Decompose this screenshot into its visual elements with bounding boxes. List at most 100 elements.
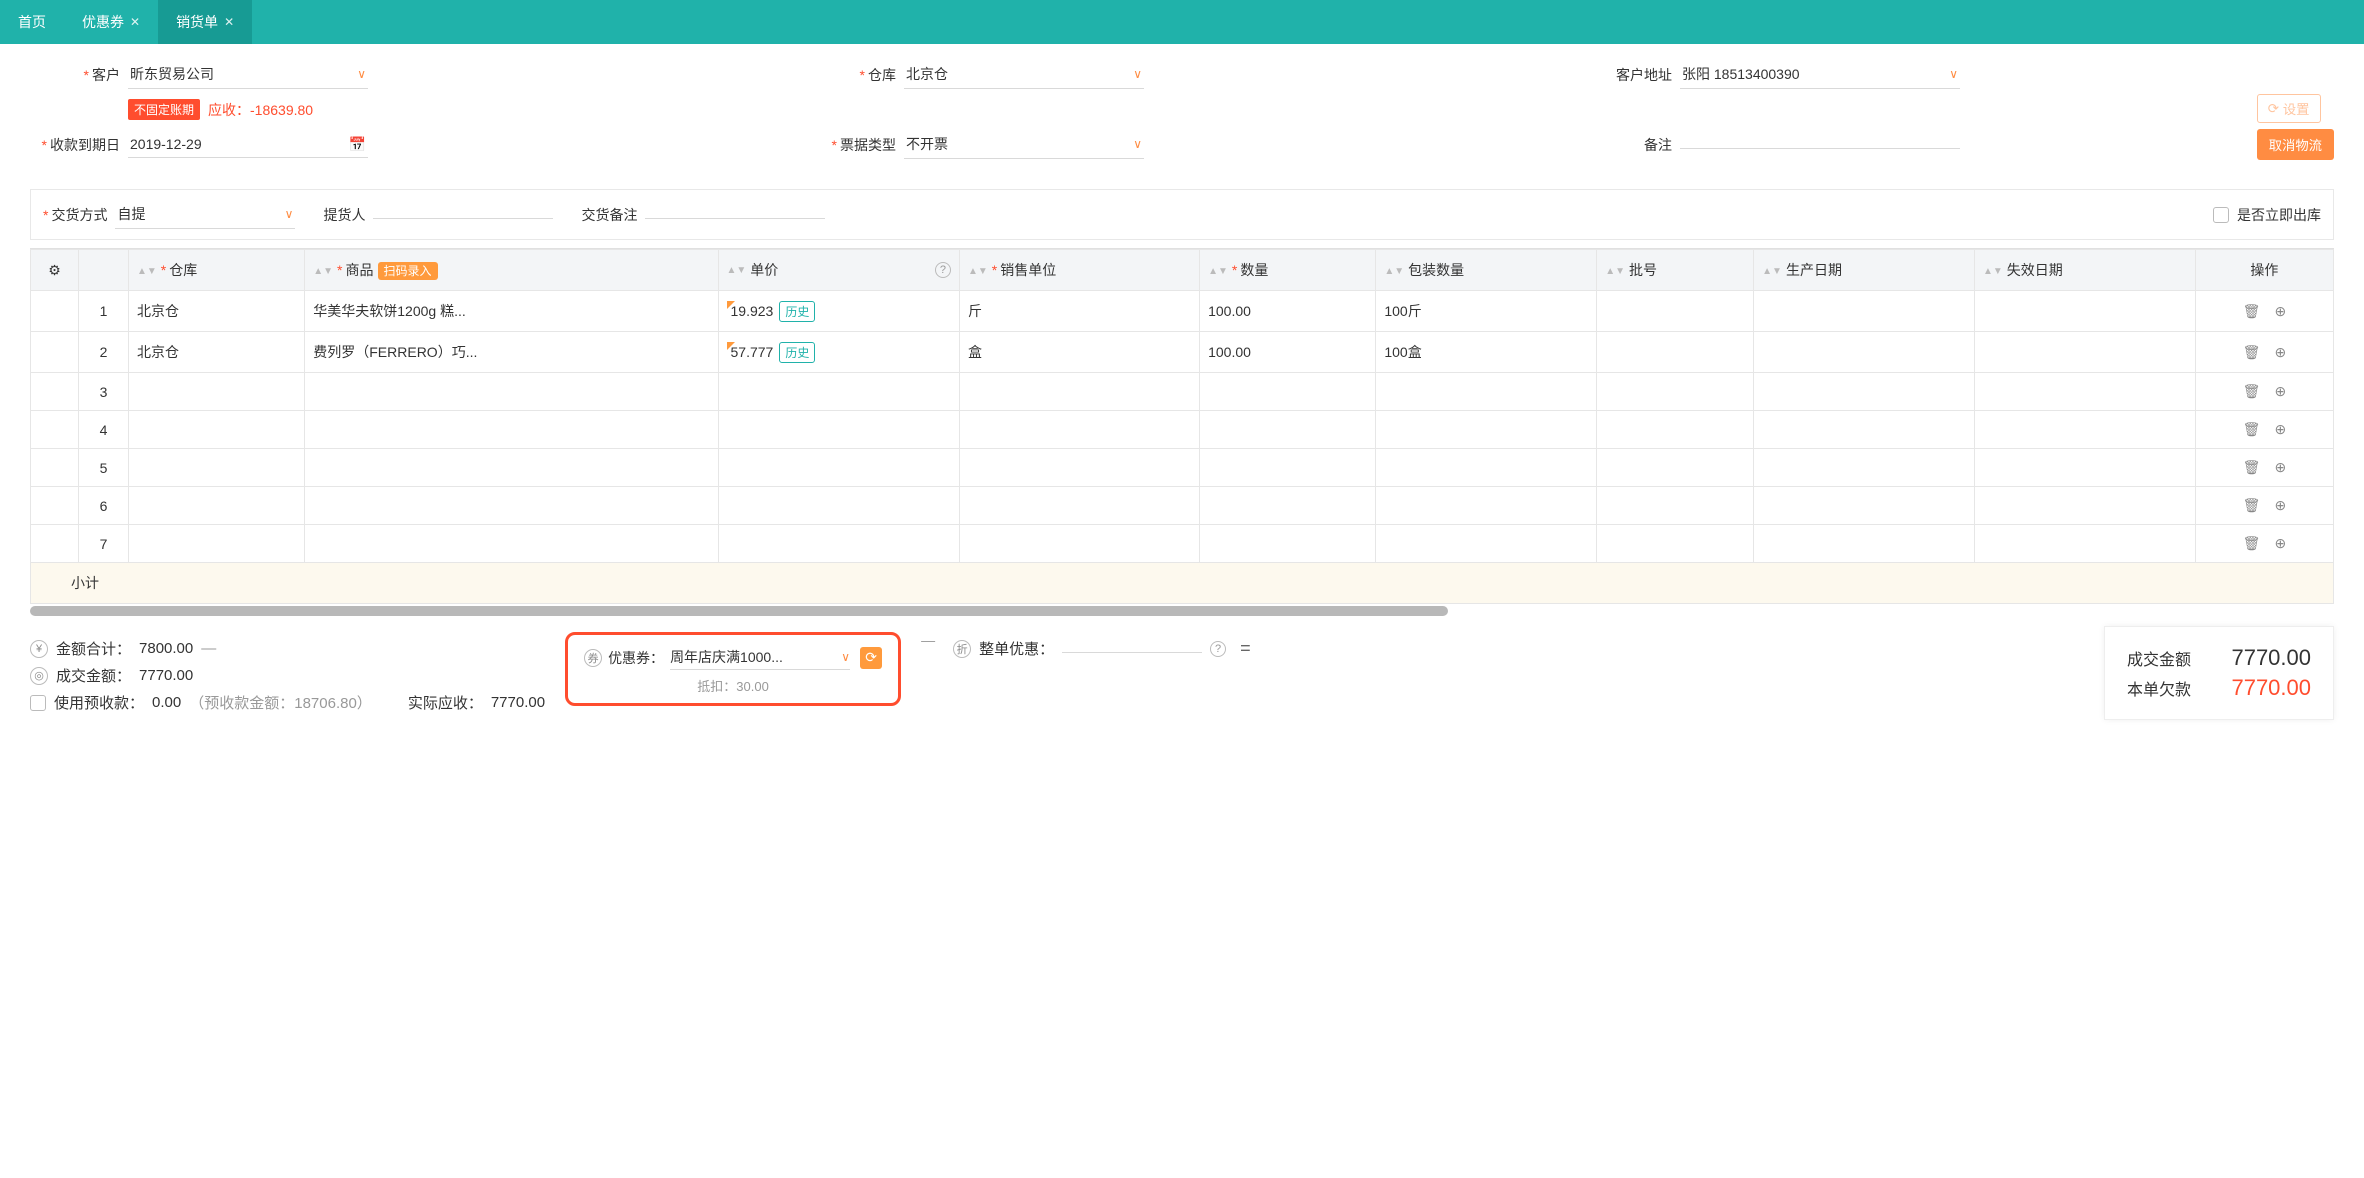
delivery-note-input[interactable] (645, 210, 825, 219)
cell-product[interactable] (305, 411, 718, 449)
cell-product[interactable]: 费列罗（FERRERO）巧... (305, 332, 718, 373)
cell-price[interactable] (718, 487, 959, 525)
add-row-icon[interactable]: ⊕ (2274, 383, 2286, 400)
cell-unit[interactable] (959, 373, 1199, 411)
cell-price[interactable]: 57.777历史 (718, 332, 959, 373)
help-icon[interactable]: ? (1210, 641, 1226, 657)
cell-warehouse[interactable]: 北京仓 (129, 291, 305, 332)
cell-mfg-date[interactable] (1754, 411, 1975, 449)
cell-qty[interactable]: 100.00 (1200, 332, 1376, 373)
cell-unit[interactable] (959, 411, 1199, 449)
add-row-icon[interactable]: ⊕ (2274, 497, 2286, 514)
address-select[interactable]: 张阳 18513400390∨ (1680, 60, 1960, 89)
cell-qty[interactable] (1200, 525, 1376, 563)
delete-row-icon[interactable]: 🗑 (2243, 421, 2261, 438)
delete-row-icon[interactable]: 🗑 (2243, 344, 2261, 361)
history-badge[interactable]: 历史 (779, 301, 815, 322)
cell-mfg-date[interactable] (1754, 525, 1975, 563)
customer-select[interactable]: 昕东贸易公司∨ (128, 60, 368, 89)
col-qty[interactable]: ▲▼*数量 (1200, 250, 1376, 291)
cell-warehouse[interactable] (129, 373, 305, 411)
cell-qty[interactable]: 100.00 (1200, 291, 1376, 332)
settings-button[interactable]: ⟳设置 (2257, 94, 2321, 123)
add-row-icon[interactable]: ⊕ (2274, 303, 2286, 320)
cell-qty[interactable] (1200, 411, 1376, 449)
cell-unit[interactable] (959, 487, 1199, 525)
cell-product[interactable] (305, 373, 718, 411)
cell-warehouse[interactable]: 北京仓 (129, 332, 305, 373)
cell-batch[interactable] (1597, 411, 1754, 449)
col-batch[interactable]: ▲▼批号 (1597, 250, 1754, 291)
add-row-icon[interactable]: ⊕ (2274, 421, 2286, 438)
col-warehouse[interactable]: ▲▼*仓库 (129, 250, 305, 291)
table-row[interactable]: 2北京仓费列罗（FERRERO）巧...57.777历史盒100.00100盒🗑… (31, 332, 2334, 373)
cell-warehouse[interactable] (129, 525, 305, 563)
table-row[interactable]: 6🗑⊕ (31, 487, 2334, 525)
col-exp-date[interactable]: ▲▼失效日期 (1975, 250, 2196, 291)
cell-unit[interactable]: 斤 (959, 291, 1199, 332)
cell-unit[interactable] (959, 449, 1199, 487)
cell-pack-qty[interactable]: 100斤 (1376, 291, 1597, 332)
refresh-coupon-button[interactable]: ⟳ (860, 647, 882, 669)
delete-row-icon[interactable]: 🗑 (2243, 535, 2261, 552)
cell-unit[interactable]: 盒 (959, 332, 1199, 373)
cell-mfg-date[interactable] (1754, 373, 1975, 411)
cell-product[interactable]: 华美华夫软饼1200g 糕... (305, 291, 718, 332)
cell-warehouse[interactable] (129, 411, 305, 449)
cell-price[interactable] (718, 525, 959, 563)
cell-qty[interactable] (1200, 487, 1376, 525)
col-unit[interactable]: ▲▼*销售单位 (959, 250, 1199, 291)
delete-row-icon[interactable]: 🗑 (2243, 459, 2261, 476)
cell-exp-date[interactable] (1975, 525, 2196, 563)
use-prepay-checkbox[interactable] (30, 695, 46, 711)
cell-batch[interactable] (1597, 449, 1754, 487)
cell-batch[interactable] (1597, 487, 1754, 525)
cell-exp-date[interactable] (1975, 449, 2196, 487)
cell-price[interactable]: 19.923历史 (718, 291, 959, 332)
cell-product[interactable] (305, 449, 718, 487)
cell-exp-date[interactable] (1975, 373, 2196, 411)
tab-sales-order[interactable]: 销货单✕ (158, 0, 252, 44)
col-gear[interactable]: ⚙ (31, 250, 79, 291)
cell-warehouse[interactable] (129, 449, 305, 487)
cell-product[interactable] (305, 487, 718, 525)
cell-exp-date[interactable] (1975, 487, 2196, 525)
due-date-input[interactable]: 2019-12-29📅 (128, 132, 368, 158)
cell-pack-qty[interactable] (1376, 373, 1597, 411)
cell-warehouse[interactable] (129, 487, 305, 525)
scan-entry-badge[interactable]: 扫码录入 (378, 262, 438, 280)
cell-qty[interactable] (1200, 449, 1376, 487)
close-icon[interactable]: ✕ (130, 15, 140, 29)
coupon-select[interactable]: 周年店庆满1000... ∨ (670, 645, 850, 670)
cell-pack-qty[interactable] (1376, 525, 1597, 563)
cell-batch[interactable] (1597, 525, 1754, 563)
add-row-icon[interactable]: ⊕ (2274, 459, 2286, 476)
cell-pack-qty[interactable]: 100盒 (1376, 332, 1597, 373)
cell-product[interactable] (305, 525, 718, 563)
invoice-select[interactable]: 不开票∨ (904, 130, 1144, 159)
delete-row-icon[interactable]: 🗑 (2243, 303, 2261, 320)
remark-input[interactable] (1680, 140, 1960, 149)
add-row-icon[interactable]: ⊕ (2274, 535, 2286, 552)
table-row[interactable]: 5🗑⊕ (31, 449, 2334, 487)
cell-mfg-date[interactable] (1754, 291, 1975, 332)
cancel-logistics-button[interactable]: 取消物流 (2257, 129, 2334, 160)
cell-pack-qty[interactable] (1376, 411, 1597, 449)
warehouse-select[interactable]: 北京仓∨ (904, 60, 1144, 89)
cell-batch[interactable] (1597, 291, 1754, 332)
cell-price[interactable] (718, 411, 959, 449)
cell-mfg-date[interactable] (1754, 449, 1975, 487)
table-row[interactable]: 7🗑⊕ (31, 525, 2334, 563)
tab-home[interactable]: 首页 (0, 0, 64, 44)
table-row[interactable]: 1北京仓华美华夫软饼1200g 糕...19.923历史斤100.00100斤🗑… (31, 291, 2334, 332)
cell-price[interactable] (718, 373, 959, 411)
cell-batch[interactable] (1597, 373, 1754, 411)
tab-coupon[interactable]: 优惠券✕ (64, 0, 158, 44)
cell-unit[interactable] (959, 525, 1199, 563)
cell-pack-qty[interactable] (1376, 487, 1597, 525)
cell-qty[interactable] (1200, 373, 1376, 411)
help-icon[interactable]: ? (935, 262, 951, 278)
cell-pack-qty[interactable] (1376, 449, 1597, 487)
table-row[interactable]: 4🗑⊕ (31, 411, 2334, 449)
col-price[interactable]: ▲▼单价? (718, 250, 959, 291)
